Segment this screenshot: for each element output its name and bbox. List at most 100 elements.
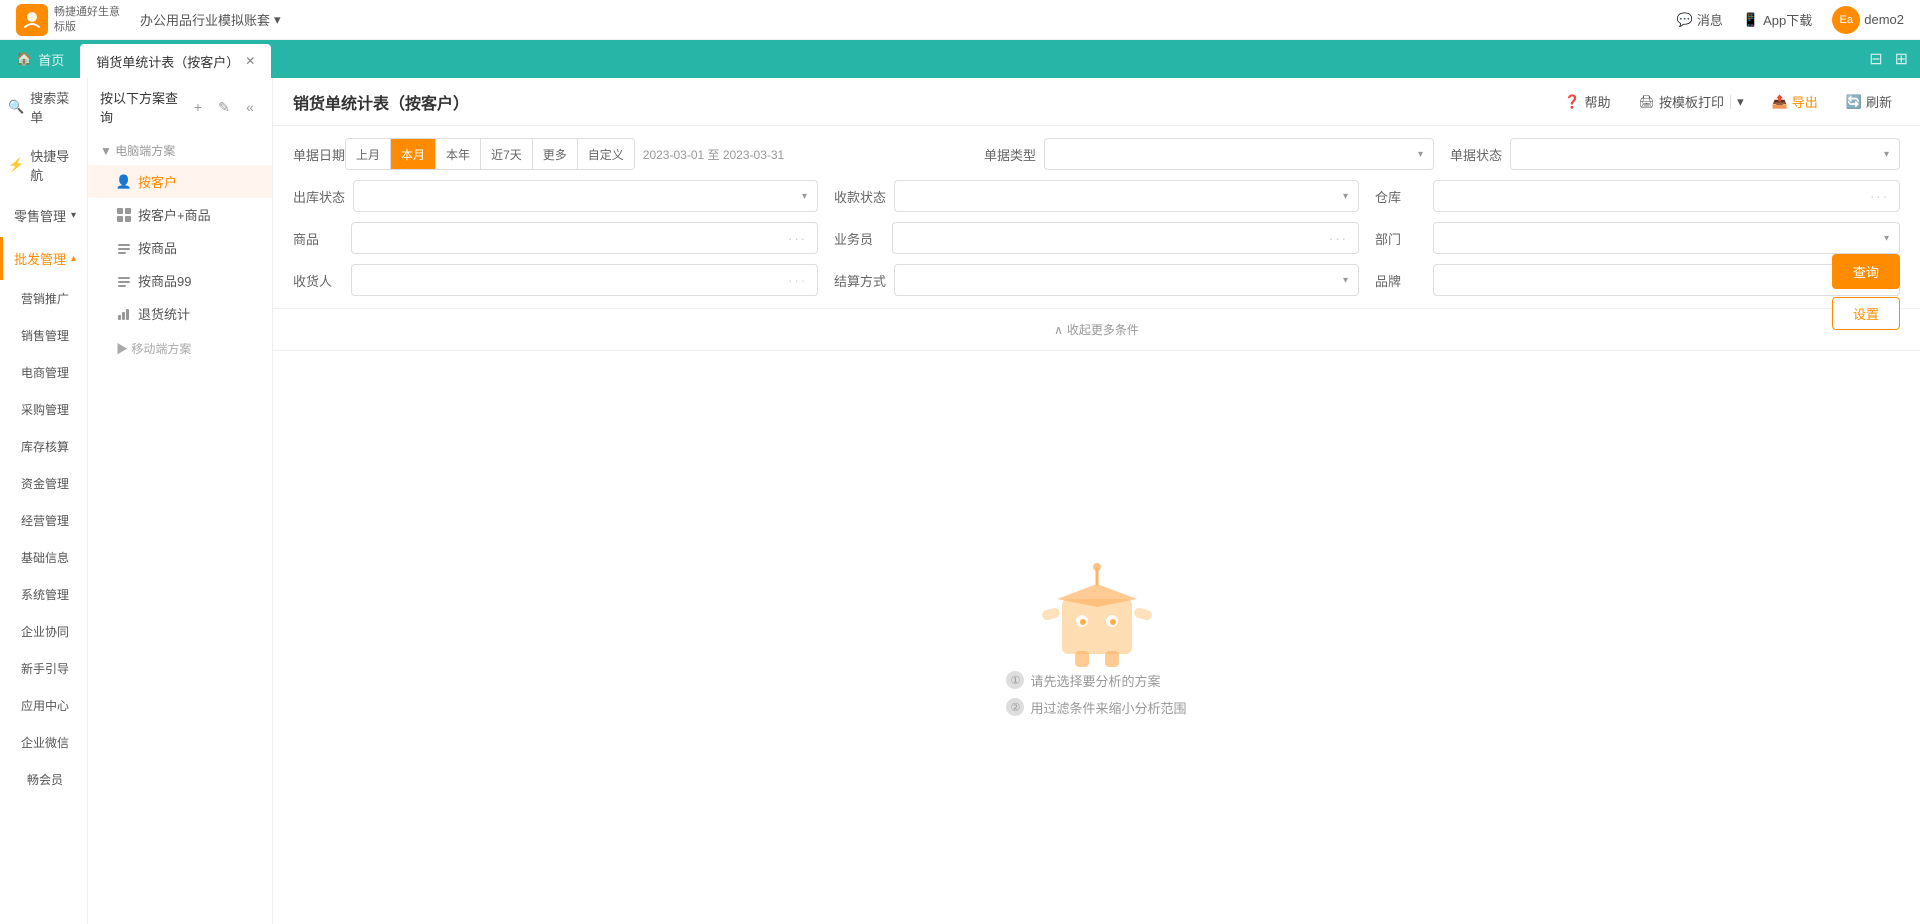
collapse-sidebar-button[interactable]: « (240, 97, 260, 117)
sidebar-label-operations: 经营管理 (21, 512, 69, 529)
logo-text: 畅捷通好生意 标版 (54, 5, 120, 34)
settings-button[interactable]: 设置 (1832, 297, 1900, 330)
warehouse-select[interactable]: ··· (1433, 180, 1900, 212)
empty-text: ① 请先选择要分析的方案 ② 用过滤条件来缩小分析范围 (1006, 671, 1186, 717)
action-area: 查询 设置 (1832, 254, 1900, 330)
sidebar-item-enterprise[interactable]: 企业协同 (0, 613, 87, 650)
sidebar-label-purchase: 采购管理 (21, 401, 69, 418)
tab-maximize-icon[interactable]: ⊞ (1895, 49, 1908, 69)
message-action[interactable]: 💬 消息 (1677, 10, 1723, 29)
out-status-arrow-icon: ▾ (802, 191, 807, 202)
out-status-select[interactable]: ▾ (353, 180, 818, 212)
date-tab-last-7-days[interactable]: 近7天 (481, 139, 533, 169)
empty-illustration (1037, 559, 1157, 659)
doc-status-filter: 单据状态 ▾ (1450, 138, 1900, 170)
product-select[interactable]: ··· (351, 222, 818, 254)
filter-row-3: 商品 ··· 业务员 ··· 部门 (293, 222, 1900, 254)
filter-row-1: 单据日期 上月 本月 本年 近7天 (293, 138, 1900, 170)
second-sidebar: 按以下方案查询 + ✎ « ▼ 电脑端方案 👤 按客户 (88, 78, 273, 924)
refresh-button[interactable]: 🔄 刷新 (1838, 88, 1900, 115)
logo-area: 畅捷通好生意 标版 (16, 4, 120, 36)
tab-home[interactable]: 🏠 首页 (0, 40, 80, 78)
department-filter: 部门 ▾ (1375, 222, 1900, 254)
sidebar-item-ecommerce[interactable]: 电商管理 (0, 354, 87, 391)
query-button[interactable]: 查询 (1832, 254, 1900, 289)
receipt-status-select[interactable]: ▾ (894, 180, 1359, 212)
help-button[interactable]: ❓ 帮助 (1556, 88, 1618, 115)
scheme-by-product[interactable]: 按商品 (88, 231, 272, 264)
page-title: 销货单统计表（按客户） (293, 90, 469, 114)
top-header: 畅捷通好生意 标版 办公用品行业模拟账套 ▾ 💬 消息 📱 App下载 Ea d… (0, 0, 1920, 40)
sidebar-item-retail[interactable]: 零售管理 ▾ (0, 194, 87, 237)
collapse-conditions-button[interactable]: ∧ 收起更多条件 (1042, 317, 1151, 342)
template-dropdown-icon[interactable]: ▾ (1737, 94, 1744, 110)
second-sidebar-actions: + ✎ « (188, 97, 260, 117)
doc-type-select[interactable]: ▾ (1044, 138, 1434, 170)
tab-sales-stat[interactable]: 销货单统计表（按客户） ✕ (80, 44, 271, 78)
sidebar-item-marketing[interactable]: 营销推广 (0, 280, 87, 317)
template-print-button[interactable]: 🖨 按模板打印 ▾ (1631, 88, 1752, 115)
date-filter: 单据日期 上月 本月 本年 近7天 (293, 138, 968, 170)
user-action[interactable]: Ea demo2 (1832, 6, 1904, 34)
logo-icon (16, 4, 48, 36)
sidebar-item-operations[interactable]: 经营管理 (0, 502, 87, 539)
collapse-bar: ∧ 收起更多条件 (273, 309, 1920, 351)
settlement-select[interactable]: ▾ (894, 264, 1359, 296)
sidebar-item-wechat[interactable]: 企业微信 (0, 724, 87, 761)
date-tabs: 上月 本月 本年 近7天 更多 (345, 138, 635, 170)
by-customer-icon: 👤 (116, 174, 132, 190)
settlement-arrow-icon: ▾ (1343, 275, 1348, 286)
date-tab-last-month[interactable]: 上月 (346, 139, 391, 169)
sidebar-label-wechat: 企业微信 (21, 734, 69, 751)
print-icon: 🖨 (1639, 94, 1656, 110)
tab-minimize-icon[interactable]: ⊟ (1869, 49, 1882, 69)
scheme-return-stats[interactable]: 退货统计 (88, 297, 272, 330)
sidebar-item-search-menu[interactable]: 🔍 搜索菜单 (0, 78, 87, 136)
search-icon: 🔍 (8, 99, 24, 115)
retail-arrow-icon: ▾ (71, 210, 76, 221)
app-download-icon: 📱 (1743, 12, 1759, 28)
receiver-select[interactable]: ··· (351, 264, 818, 296)
add-scheme-button[interactable]: + (188, 97, 208, 117)
brand-select[interactable]: ··· (1433, 264, 1900, 296)
scheme-by-product-99[interactable]: 按商品99 (88, 264, 272, 297)
edit-scheme-button[interactable]: ✎ (214, 97, 234, 117)
date-tab-custom[interactable]: 自定义 (578, 139, 634, 169)
scheme-by-customer[interactable]: 👤 按客户 (88, 165, 272, 198)
quick-nav-icon: ⚡ (8, 157, 24, 173)
date-tab-more[interactable]: 更多 (533, 139, 578, 169)
warehouse-filter: 仓库 ··· (1375, 180, 1900, 212)
salesperson-select[interactable]: ··· (892, 222, 1359, 254)
sidebar-item-sales[interactable]: 销售管理 (0, 317, 87, 354)
desktop-section-title[interactable]: ▼ 电脑端方案 (88, 136, 272, 165)
sidebar-item-inventory[interactable]: 库存核算 (0, 428, 87, 465)
sidebar-item-basic[interactable]: 基础信息 (0, 539, 87, 576)
collapse-icon: ∧ (1054, 323, 1063, 337)
sidebar-item-quick-nav[interactable]: ⚡ 快捷导航 (0, 136, 87, 194)
filter-row-4: 收货人 ··· 结算方式 ▾ 品牌 (293, 264, 1900, 296)
brand-filter: 品牌 ··· (1375, 264, 1900, 296)
department-select[interactable]: ▾ (1433, 222, 1900, 254)
scheme-by-customer-product[interactable]: 按客户+商品 (88, 198, 272, 231)
sidebar-item-finance[interactable]: 资金管理 (0, 465, 87, 502)
tab-close-icon[interactable]: ✕ (245, 54, 255, 68)
sidebar-label-inventory: 库存核算 (21, 438, 69, 455)
receipt-status-filter: 收款状态 ▾ (834, 180, 1359, 212)
sidebar-item-member[interactable]: 畅会员 (0, 761, 87, 798)
sidebar-item-app-center[interactable]: 应用中心 (0, 687, 87, 724)
template-divider (1730, 95, 1731, 109)
export-button[interactable]: 📤 导出 (1764, 88, 1826, 115)
date-tab-this-month[interactable]: 本月 (391, 139, 436, 169)
mobile-scheme-section[interactable]: ▶ 移动端方案 (88, 334, 272, 363)
app-download-action[interactable]: 📱 App下载 (1743, 10, 1812, 29)
sidebar-item-system[interactable]: 系统管理 (0, 576, 87, 613)
by-product-99-icon (116, 273, 132, 289)
sidebar-item-wholesale[interactable]: 批发管理 ▴ (0, 237, 87, 280)
doc-status-select[interactable]: ▾ (1510, 138, 1900, 170)
breadcrumb[interactable]: 办公用品行业模拟账套 ▾ (140, 10, 281, 29)
main-layout: 🔍 搜索菜单 ⚡ 快捷导航 零售管理 ▾ 批发管理 ▴ 营销推广 销售管理 电商… (0, 78, 1920, 924)
sidebar-item-purchase[interactable]: 采购管理 (0, 391, 87, 428)
sidebar-item-newbie[interactable]: 新手引导 (0, 650, 87, 687)
desktop-scheme-section: ▼ 电脑端方案 👤 按客户 按客户+商品 (88, 136, 272, 330)
date-tab-this-year[interactable]: 本年 (436, 139, 481, 169)
